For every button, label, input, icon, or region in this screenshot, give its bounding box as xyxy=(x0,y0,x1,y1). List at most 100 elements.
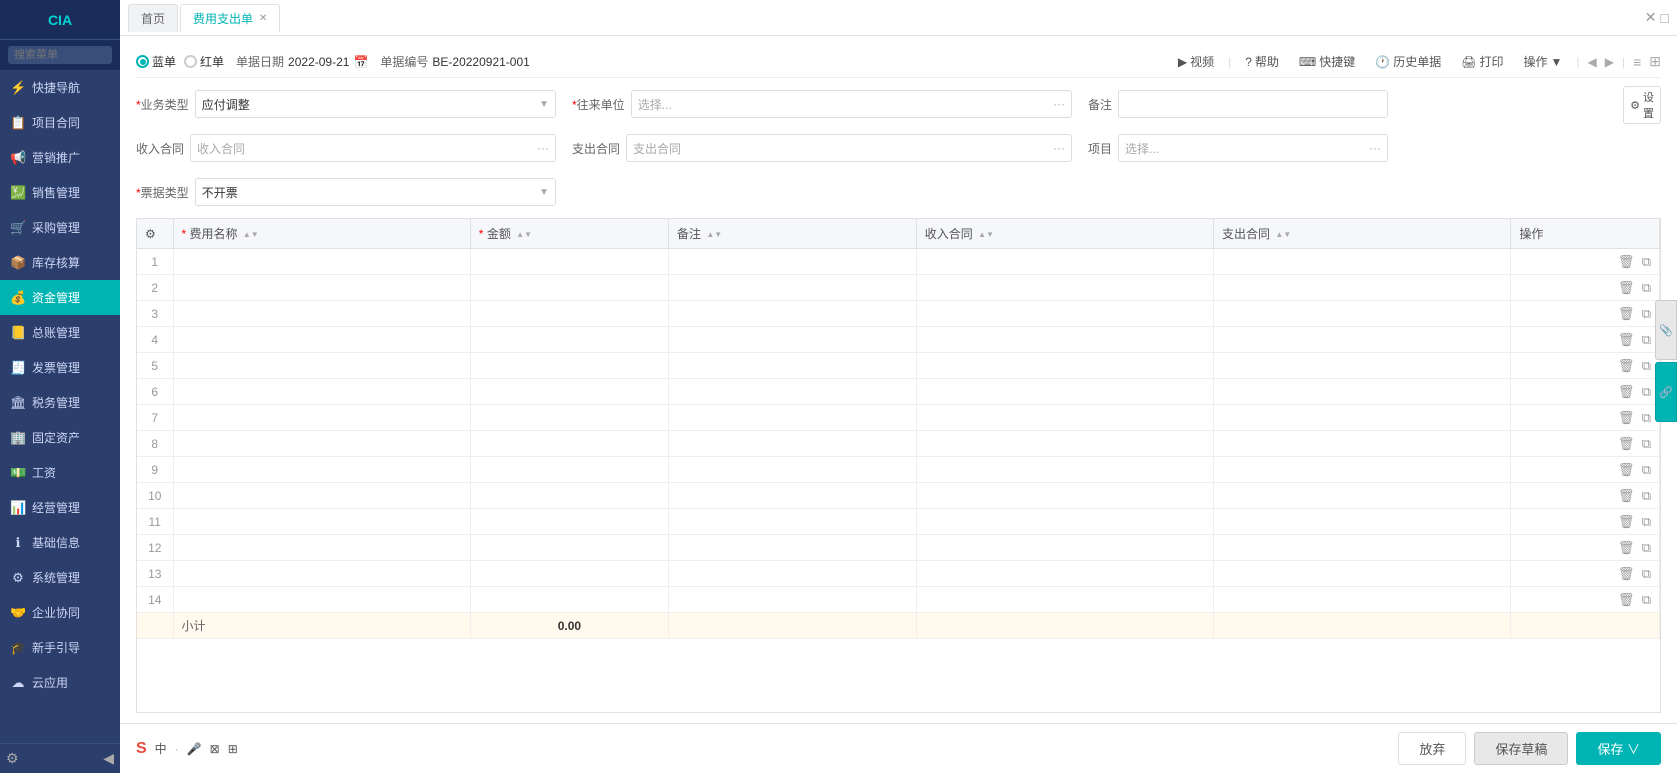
copy-row-icon[interactable]: ⧉ xyxy=(1642,254,1651,269)
row-expense-name[interactable] xyxy=(173,483,470,509)
counterpart-dots-icon[interactable]: ··· xyxy=(1053,97,1065,111)
window-close-icon[interactable]: ✕ xyxy=(1645,9,1657,26)
row-expense-contract[interactable] xyxy=(1214,457,1511,483)
row-income-contract[interactable] xyxy=(916,509,1213,535)
th-config[interactable]: ⚙ xyxy=(137,219,173,249)
row-expense-contract[interactable] xyxy=(1214,431,1511,457)
delete-row-icon[interactable]: 🗑 xyxy=(1618,358,1635,373)
save-button[interactable]: 保存 ∨ xyxy=(1576,732,1661,765)
sidebar-item-ledger-mgmt[interactable]: 📒 总账管理 xyxy=(0,315,120,350)
row-amount[interactable] xyxy=(470,301,668,327)
settings-gear-icon[interactable]: ⚙ xyxy=(6,750,19,767)
row-expense-name[interactable] xyxy=(173,275,470,301)
copy-row-icon[interactable]: ⧉ xyxy=(1642,332,1651,347)
link-tab[interactable]: 🔗 xyxy=(1655,362,1677,422)
row-amount[interactable] xyxy=(470,249,668,275)
row-remark[interactable] xyxy=(668,561,916,587)
copy-row-icon[interactable]: ⧉ xyxy=(1642,488,1651,503)
row-remark[interactable] xyxy=(668,509,916,535)
row-remark[interactable] xyxy=(668,301,916,327)
copy-row-icon[interactable]: ⧉ xyxy=(1642,592,1651,607)
tab-close-icon[interactable]: ✕ xyxy=(259,13,267,24)
row-remark[interactable] xyxy=(668,457,916,483)
collapse-icon[interactable]: ◀ xyxy=(103,750,114,767)
row-expense-contract[interactable] xyxy=(1214,587,1511,613)
row-expense-name[interactable] xyxy=(173,431,470,457)
row-amount[interactable] xyxy=(470,535,668,561)
row-remark[interactable] xyxy=(668,249,916,275)
window-restore-icon[interactable]: □ xyxy=(1661,10,1669,26)
calendar-icon[interactable]: 📅 xyxy=(353,55,368,69)
row-income-contract[interactable] xyxy=(916,301,1213,327)
sidebar-item-enterprise-collab[interactable]: 🤝 企业协同 xyxy=(0,595,120,630)
red-single-radio[interactable]: 红单 xyxy=(184,53,224,70)
copy-row-icon[interactable]: ⧉ xyxy=(1642,566,1651,581)
row-amount[interactable] xyxy=(470,457,668,483)
row-income-contract[interactable] xyxy=(916,561,1213,587)
row-remark[interactable] xyxy=(668,431,916,457)
delete-row-icon[interactable]: 🗑 xyxy=(1618,488,1635,503)
row-income-contract[interactable] xyxy=(916,587,1213,613)
copy-row-icon[interactable]: ⧉ xyxy=(1642,540,1651,555)
row-amount[interactable] xyxy=(470,353,668,379)
th-amount-sort-icon[interactable]: ▲▼ xyxy=(516,230,532,239)
copy-row-icon[interactable]: ⧉ xyxy=(1642,358,1651,373)
copy-row-icon[interactable]: ⧉ xyxy=(1642,384,1651,399)
row-remark[interactable] xyxy=(668,275,916,301)
row-amount[interactable] xyxy=(470,327,668,353)
help-btn[interactable]: ? 帮助 xyxy=(1239,50,1285,73)
th-expense-contract[interactable]: 支出合同 ▲▼ xyxy=(1214,219,1511,249)
row-expense-name[interactable] xyxy=(173,535,470,561)
row-expense-contract[interactable] xyxy=(1214,249,1511,275)
th-income-contract[interactable]: 收入合同 ▲▼ xyxy=(916,219,1213,249)
sidebar-item-system-mgmt[interactable]: ⚙ 系统管理 xyxy=(0,560,120,595)
row-remark[interactable] xyxy=(668,535,916,561)
sidebar-item-capital-mgmt[interactable]: 💰 资金管理 xyxy=(0,280,120,315)
row-expense-name[interactable] xyxy=(173,561,470,587)
row-income-contract[interactable] xyxy=(916,379,1213,405)
row-amount[interactable] xyxy=(470,379,668,405)
row-expense-name[interactable] xyxy=(173,405,470,431)
delete-row-icon[interactable]: 🗑 xyxy=(1618,254,1635,269)
sidebar-item-tax-mgmt[interactable]: 🏛 税务管理 xyxy=(0,385,120,420)
sidebar-item-new-user-guide[interactable]: 🎓 新手引导 xyxy=(0,630,120,665)
history-btn[interactable]: 🕐 历史单据 xyxy=(1369,50,1447,73)
shortcut-btn[interactable]: ⌨ 快捷键 xyxy=(1293,50,1361,73)
th-remark[interactable]: 备注 ▲▼ xyxy=(668,219,916,249)
sidebar-item-invoice-mgmt[interactable]: 🧾 发票管理 xyxy=(0,350,120,385)
actions-btn[interactable]: 操作 ▼ xyxy=(1517,50,1568,73)
attachment-tab[interactable]: 📎 xyxy=(1655,300,1677,360)
sidebar-item-fixed-assets[interactable]: 🏢 固定资产 xyxy=(0,420,120,455)
row-amount[interactable] xyxy=(470,431,668,457)
sidebar-item-salary[interactable]: 💵 工资 xyxy=(0,455,120,490)
row-remark[interactable] xyxy=(668,327,916,353)
counterpart-input[interactable]: 选择... ··· xyxy=(631,90,1072,118)
nav-right-icon[interactable]: ▶ xyxy=(1605,55,1614,69)
tab-home[interactable]: 首页 xyxy=(128,4,178,32)
ticket-type-input[interactable]: 不开票 ▼ xyxy=(195,178,556,206)
row-expense-contract[interactable] xyxy=(1214,379,1511,405)
tab-expense-sheet[interactable]: 费用支出单 ✕ xyxy=(180,4,280,32)
row-remark[interactable] xyxy=(668,483,916,509)
delete-row-icon[interactable]: 🗑 xyxy=(1618,566,1635,581)
sidebar-item-inventory[interactable]: 📦 库存核算 xyxy=(0,245,120,280)
row-amount[interactable] xyxy=(470,405,668,431)
search-input[interactable] xyxy=(8,46,112,64)
row-amount[interactable] xyxy=(470,587,668,613)
row-expense-contract[interactable] xyxy=(1214,561,1511,587)
row-expense-contract[interactable] xyxy=(1214,405,1511,431)
row-expense-name[interactable] xyxy=(173,301,470,327)
sidebar-item-project-contract[interactable]: 📋 项目合同 xyxy=(0,105,120,140)
row-income-contract[interactable] xyxy=(916,249,1213,275)
sidebar-item-marketing[interactable]: 📢 营销推广 xyxy=(0,140,120,175)
row-expense-name[interactable] xyxy=(173,457,470,483)
row-expense-name[interactable] xyxy=(173,249,470,275)
remark-input[interactable] xyxy=(1118,90,1388,118)
row-income-contract[interactable] xyxy=(916,457,1213,483)
row-expense-contract[interactable] xyxy=(1214,509,1511,535)
th-expense-sort-icon[interactable]: ▲▼ xyxy=(1275,230,1291,239)
row-income-contract[interactable] xyxy=(916,353,1213,379)
sidebar-item-cloud-apps[interactable]: ☁ 云应用 xyxy=(0,665,120,700)
copy-row-icon[interactable]: ⧉ xyxy=(1642,410,1651,425)
row-remark[interactable] xyxy=(668,379,916,405)
